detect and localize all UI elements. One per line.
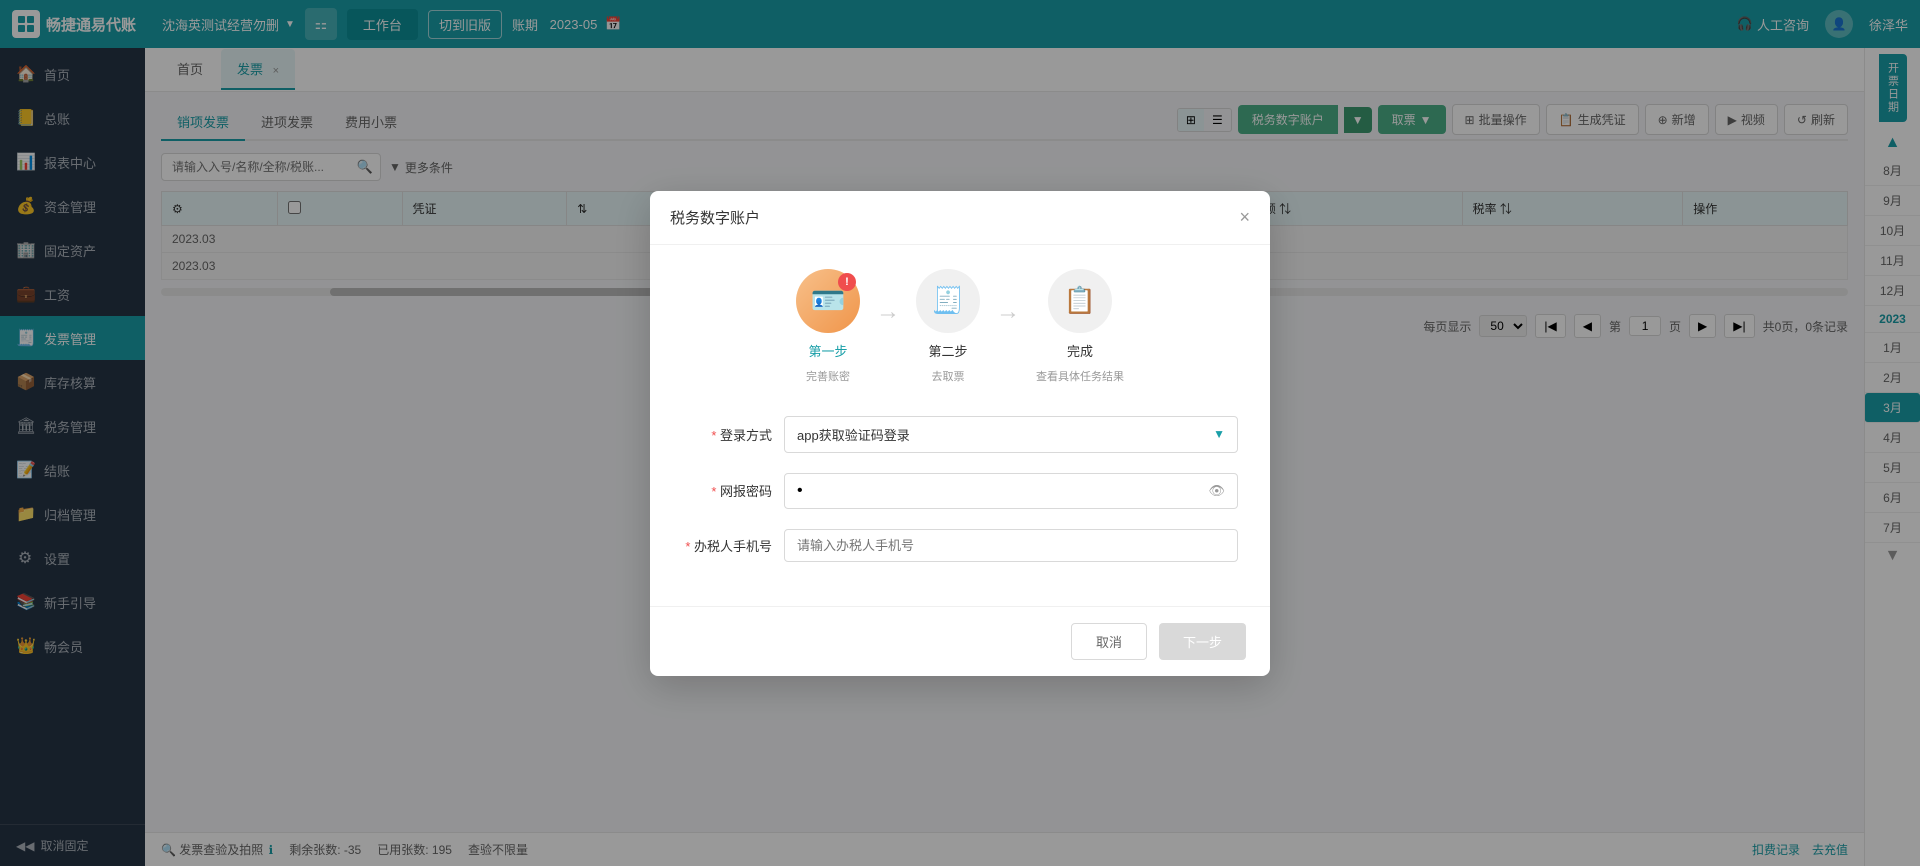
password-label: * 网报密码: [682, 481, 772, 500]
next-button[interactable]: 下一步: [1159, 623, 1246, 660]
step-arrow-2: →: [996, 298, 1020, 354]
step-2-icon-wrap: 🧾: [916, 269, 980, 333]
login-method-select[interactable]: app获取验证码登录 ▼: [784, 416, 1238, 453]
step-1: 🪪 ! 第一步 完善账密: [796, 269, 860, 384]
login-method-label: * 登录方式: [682, 425, 772, 444]
step-3-icon: 📋: [1064, 285, 1096, 316]
step-2-icon: 🧾: [932, 285, 964, 316]
modal-title: 税务数字账户: [670, 207, 760, 228]
modal-header: 税务数字账户 ×: [650, 191, 1270, 245]
login-method-control: app获取验证码登录 ▼: [784, 416, 1238, 453]
step-3-desc: 查看具体任务结果: [1036, 368, 1124, 384]
tax-digital-modal: 税务数字账户 × 🪪 ! 第一步 完善账密 →: [650, 191, 1270, 676]
phone-control: [784, 529, 1238, 562]
step-2-desc: 去取票: [932, 368, 965, 384]
step-2: 🧾 第二步 去取票: [916, 269, 980, 384]
step-2-label: 第二步: [928, 341, 967, 360]
cancel-button[interactable]: 取消: [1071, 623, 1147, 660]
modal-footer: 取消 下一步: [650, 606, 1270, 676]
phone-label: * 办税人手机号: [682, 536, 772, 555]
login-method-value: app获取验证码登录: [797, 425, 910, 444]
eye-toggle-icon[interactable]: 👁: [1208, 483, 1225, 499]
step-1-icon-wrap: 🪪 !: [796, 269, 860, 333]
step-arrow-1: →: [876, 298, 900, 354]
step-1-desc: 完善账密: [806, 368, 850, 384]
password-input-wrap: 👁: [784, 473, 1238, 509]
step-1-label: 第一步: [808, 341, 847, 360]
steps-indicator: 🪪 ! 第一步 完善账密 → 🧾 第二步 去取票 →: [682, 269, 1238, 384]
step-1-icon: 🪪: [811, 284, 846, 317]
password-control: 👁: [784, 473, 1238, 509]
step-1-badge: !: [838, 273, 856, 291]
step-3-label: 完成: [1067, 341, 1093, 360]
select-arrow-icon: ▼: [1213, 427, 1225, 441]
step-3-icon-wrap: 📋: [1048, 269, 1112, 333]
step-3: 📋 完成 查看具体任务结果: [1036, 269, 1124, 384]
modal-close-button[interactable]: ×: [1239, 207, 1250, 228]
password-input[interactable]: [797, 482, 1208, 500]
login-method-row: * 登录方式 app获取验证码登录 ▼: [682, 416, 1238, 453]
phone-row: * 办税人手机号: [682, 529, 1238, 562]
modal-body: 🪪 ! 第一步 完善账密 → 🧾 第二步 去取票 →: [650, 245, 1270, 606]
password-row: * 网报密码 👁: [682, 473, 1238, 509]
phone-input[interactable]: [784, 529, 1238, 562]
modal-overlay: 税务数字账户 × 🪪 ! 第一步 完善账密 →: [0, 0, 1920, 866]
